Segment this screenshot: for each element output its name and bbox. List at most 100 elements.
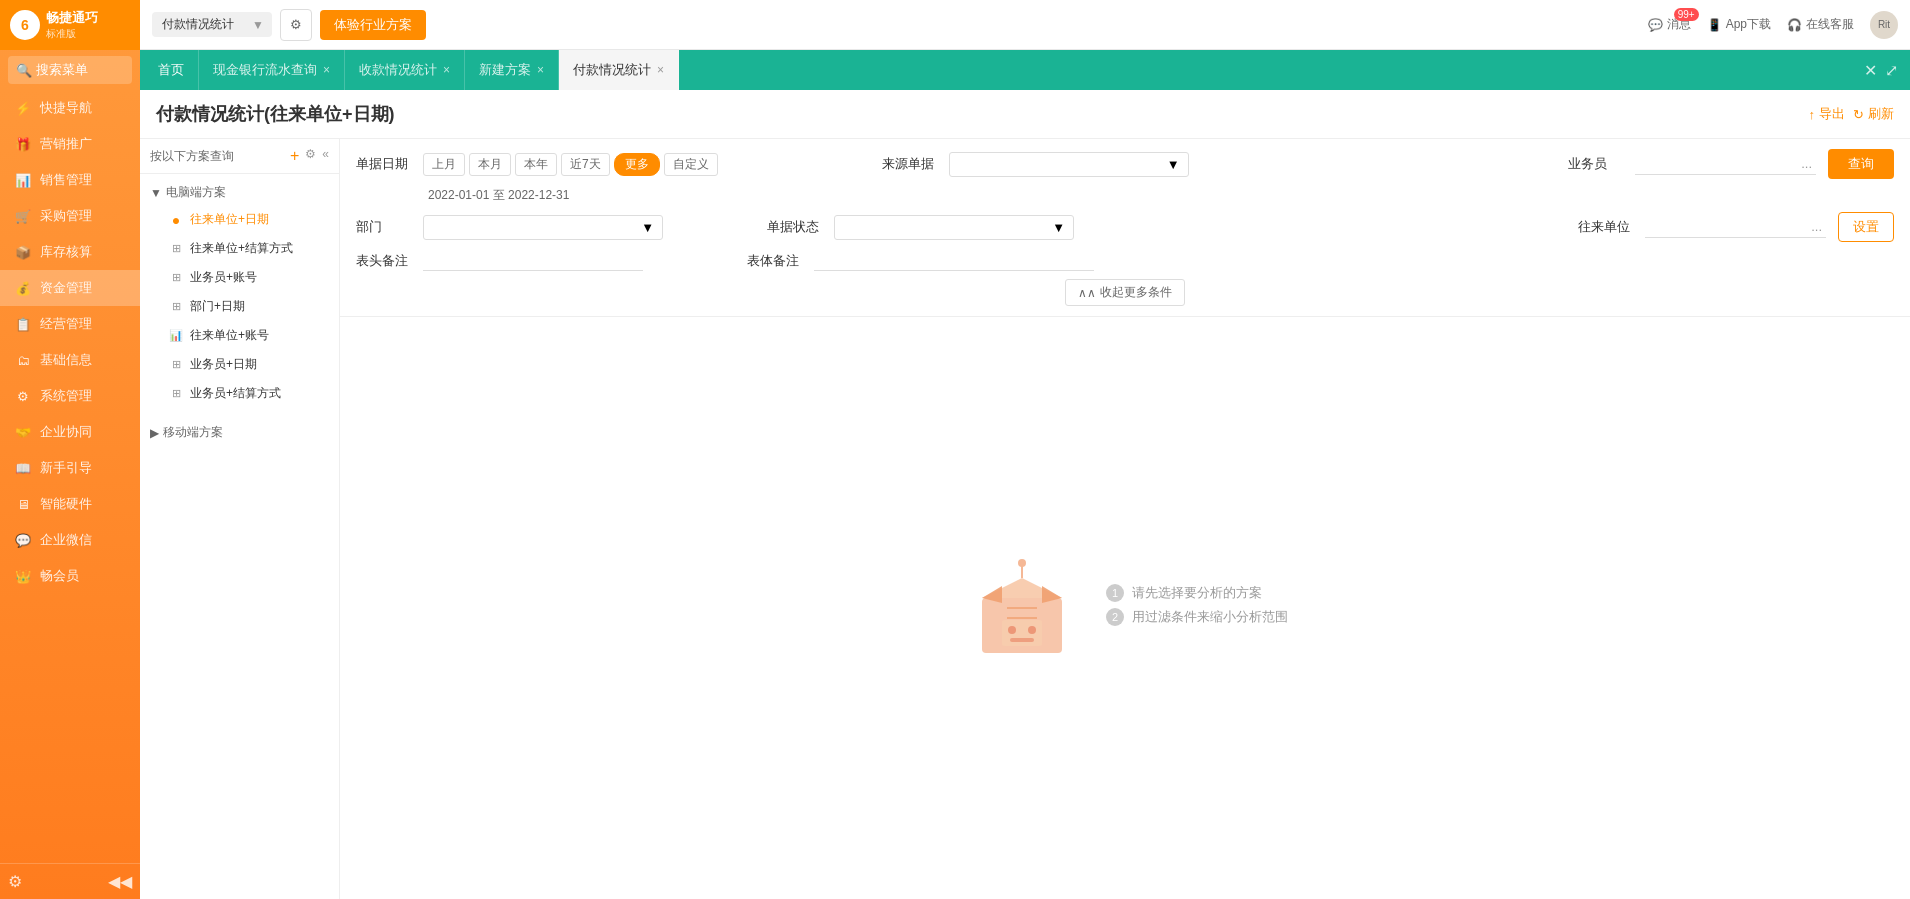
add-scheme-button[interactable]: + [290,147,299,165]
collapse-more-button[interactable]: ∧∧ 收起更多条件 [1065,279,1185,306]
more-date-button[interactable]: 更多 [614,153,660,176]
sidebar-search[interactable]: 🔍 搜索菜单 [8,56,132,84]
svg-rect-9 [1010,638,1034,642]
purchase-icon: 🛒 [14,207,32,225]
header-settings-button[interactable]: ⚙ [280,9,312,41]
app-download-button[interactable]: 📱 App下载 [1707,16,1771,33]
scheme-panel-header-left: 按以下方案查询 [150,148,234,165]
sidebar-item-system[interactable]: ⚙ 系统管理 [0,378,140,414]
scheme-item-dept-date[interactable]: ⊞ 部门+日期 [140,292,339,321]
tab-collection[interactable]: 收款情况统计 × [345,50,465,90]
svg-rect-6 [1002,620,1042,646]
tab-payment-stat-close[interactable]: × [657,63,664,77]
filter-row-2: 部门 ▼ 单据状态 ▼ 往来单位 [356,212,1894,242]
custom-date-button[interactable]: 自定义 [664,153,718,176]
scheme-group-mobile-title[interactable]: ▶ 移动端方案 [140,420,339,445]
dept-select[interactable]: ▼ [423,215,663,240]
tab-home[interactable]: 首页 [144,50,199,90]
scheme-grid-icon3: ⊞ [168,299,184,315]
tab-new-scheme[interactable]: 新建方案 × [465,50,559,90]
user-avatar[interactable]: Rit [1870,11,1898,39]
filter-row-3: 表头备注 表体备注 [356,250,1894,271]
sidebar-item-finance[interactable]: 💰 资金管理 [0,270,140,306]
sidebar-collapse-button[interactable]: ◀◀ [108,872,132,891]
tab-collection-label: 收款情况统计 [359,61,437,79]
sidebar-item-label: 企业协同 [40,423,92,441]
operation-icon: 📋 [14,315,32,333]
refresh-button[interactable]: ↻ 刷新 [1853,105,1894,123]
salesman-more-button[interactable]: ... [1797,156,1816,171]
sidebar-item-label: 库存核算 [40,243,92,261]
message-button[interactable]: 💬 消息 99+ [1648,16,1691,33]
scheme-collapse-button[interactable]: « [322,147,329,165]
sidebar-item-basic-info[interactable]: 🗂 基础信息 [0,342,140,378]
phone-icon: 📱 [1707,18,1722,32]
scheme-item-unit-date[interactable]: ● 往来单位+日期 [140,205,339,234]
scheme-item-salesman-date[interactable]: ⊞ 业务员+日期 [140,350,339,379]
header-note-input[interactable] [423,250,643,271]
sidebar-item-inventory[interactable]: 📦 库存核算 [0,234,140,270]
sidebar-item-purchase[interactable]: 🛒 采购管理 [0,198,140,234]
source-doc-select[interactable]: ▼ [949,152,1189,177]
sidebar-item-operation[interactable]: 📋 经营管理 [0,306,140,342]
tab-payment-stat[interactable]: 付款情况统计 × [559,50,679,90]
partner-input[interactable] [1645,217,1807,237]
empty-state: 1 请先选择要分析的方案 2 用过滤条件来缩小分析范围 [340,316,1910,899]
sidebar-item-smart-hw[interactable]: 🖥 智能硬件 [0,486,140,522]
last-7days-button[interactable]: 近7天 [561,153,610,176]
sidebar-footer: ⚙ ◀◀ [0,863,140,899]
avatar-text: Rit [1878,19,1890,30]
last-month-button[interactable]: 上月 [423,153,465,176]
sidebar: 6 畅捷通巧 标准版 🔍 搜索菜单 ⚡ 快捷导航 🎁 营销推广 📊 销售管理 🛒… [0,0,140,899]
svg-point-11 [1018,559,1026,567]
search-icon: 🔍 [16,63,32,78]
this-year-button[interactable]: 本年 [515,153,557,176]
tab-expand-button[interactable]: ⤢ [1885,61,1898,80]
body-note-input[interactable] [814,250,1094,271]
sidebar-item-sales[interactable]: 📊 销售管理 [0,162,140,198]
doc-status-dropdown-icon: ▼ [1052,220,1065,235]
sidebar-item-wechat[interactable]: 💬 企业微信 [0,522,140,558]
settings-button[interactable]: 设置 [1838,212,1894,242]
salesman-input[interactable] [1635,154,1797,174]
scheme-item-unit-payment[interactable]: ⊞ 往来单位+结算方式 [140,234,339,263]
this-month-button[interactable]: 本月 [469,153,511,176]
partner-more-button[interactable]: ... [1807,219,1826,234]
scheme-item-unit-account[interactable]: 📊 往来单位+账号 [140,321,339,350]
main-area: 付款情况统计 ▼ ⚙ 体验行业方案 💬 消息 99+ 📱 App下载 🎧 在线客… [140,0,1910,899]
query-button[interactable]: 查询 [1828,149,1894,179]
svg-point-7 [1008,626,1016,634]
scheme-settings-button[interactable]: ⚙ [305,147,316,165]
logo-sub: 标准版 [46,27,98,41]
system-icon: ⚙ [14,387,32,405]
sidebar-item-member[interactable]: 👑 畅会员 [0,558,140,594]
scheme-item-salesman-account[interactable]: ⊞ 业务员+账号 [140,263,339,292]
tab-close-all-button[interactable]: ✕ [1864,61,1877,80]
breadcrumb-dropdown-icon[interactable]: ▼ [252,18,264,32]
export-button[interactable]: ↑ 导出 [1809,105,1846,123]
dept-label: 部门 [356,218,411,236]
hint-num-1: 1 [1106,584,1124,602]
export-icon: ↑ [1809,107,1816,122]
trial-industry-button[interactable]: 体验行业方案 [320,10,426,40]
sidebar-settings-button[interactable]: ⚙ [8,872,22,891]
online-service-button[interactable]: 🎧 在线客服 [1787,16,1854,33]
source-doc-dropdown-icon: ▼ [1167,157,1180,172]
tab-new-scheme-close[interactable]: × [537,63,544,77]
main-body: 按以下方案查询 + ⚙ « ▼ 电脑端方案 ● 往来单位+日期 [140,139,1910,899]
svg-point-8 [1028,626,1036,634]
tab-collection-close[interactable]: × [443,63,450,77]
sidebar-item-marketing[interactable]: 🎁 营销推广 [0,126,140,162]
dept-dropdown-icon: ▼ [641,220,654,235]
doc-status-select[interactable]: ▼ [834,215,1074,240]
scheme-grid-icon: ⊞ [168,241,184,257]
tab-bank-flow[interactable]: 现金银行流水查询 × [199,50,345,90]
scheme-group-desktop-title[interactable]: ▼ 电脑端方案 [140,180,339,205]
quick-nav-icon: ⚡ [14,99,32,117]
sidebar-item-guide[interactable]: 📖 新手引导 [0,450,140,486]
sidebar-item-enterprise[interactable]: 🤝 企业协同 [0,414,140,450]
refresh-icon: ↻ [1853,107,1864,122]
tab-bank-flow-close[interactable]: × [323,63,330,77]
sidebar-item-quick-nav[interactable]: ⚡ 快捷导航 [0,90,140,126]
scheme-item-salesman-payment[interactable]: ⊞ 业务员+结算方式 [140,379,339,408]
